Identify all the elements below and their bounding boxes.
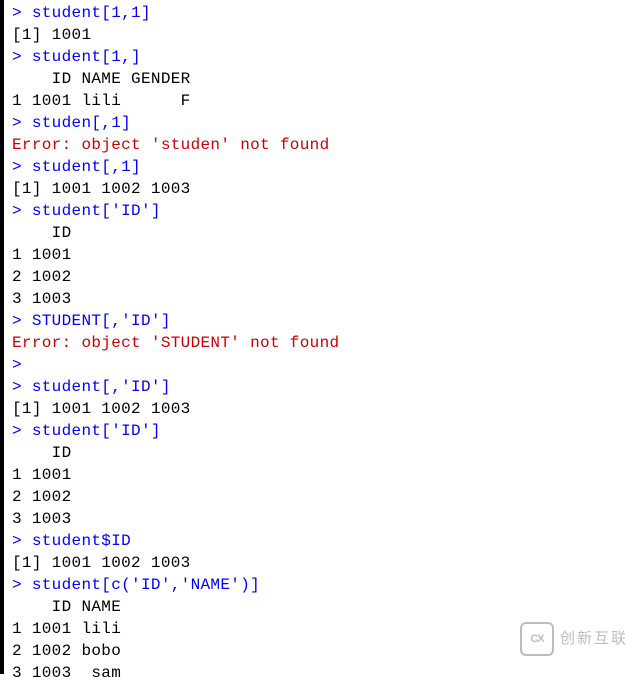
console-line: [1] 1001 1002 1003 bbox=[12, 178, 634, 200]
prompt-symbol: > bbox=[12, 202, 32, 220]
input-code: studen[,1] bbox=[32, 114, 131, 132]
input-code: STUDENT[,'ID'] bbox=[32, 312, 171, 330]
output-text: 2 1002 bbox=[12, 488, 72, 506]
watermark: CX 创新互联 bbox=[514, 618, 634, 660]
input-code: student[1,] bbox=[32, 48, 141, 66]
output-text: [1] 1001 1002 1003 bbox=[12, 180, 191, 198]
console-line: > student['ID'] bbox=[12, 200, 634, 222]
console-line: > bbox=[12, 354, 634, 376]
input-code: student['ID'] bbox=[32, 422, 161, 440]
output-text: 1 1001 lili bbox=[12, 620, 121, 638]
prompt-symbol: > bbox=[12, 114, 32, 132]
prompt-symbol: > bbox=[12, 422, 32, 440]
output-text: 1 1001 bbox=[12, 246, 72, 264]
output-text: 1 1001 lili F bbox=[12, 92, 191, 110]
prompt-symbol: > bbox=[12, 312, 32, 330]
console-line: ID NAME GENDER bbox=[12, 68, 634, 90]
prompt-symbol: > bbox=[12, 378, 32, 396]
console-line: > student[,'ID'] bbox=[12, 376, 634, 398]
console-line: 3 1003 bbox=[12, 508, 634, 530]
watermark-label: 创新互联 bbox=[560, 628, 628, 650]
output-text: ID NAME GENDER bbox=[12, 70, 191, 88]
output-text: 3 1003 bbox=[12, 510, 72, 528]
error-text: Error: object 'studen' not found bbox=[12, 136, 330, 154]
console-line: > student[1,1] bbox=[12, 2, 634, 24]
output-text: ID bbox=[12, 444, 72, 462]
console-line: 3 1003 bbox=[12, 288, 634, 310]
prompt-symbol: > bbox=[12, 356, 32, 374]
output-text: 2 1002 bbox=[12, 268, 72, 286]
output-text: [1] 1001 1002 1003 bbox=[12, 400, 191, 418]
console-line: 2 1002 bbox=[12, 486, 634, 508]
error-text: Error: object 'STUDENT' not found bbox=[12, 334, 339, 352]
output-text: ID bbox=[12, 224, 72, 242]
output-text: 1 1001 bbox=[12, 466, 72, 484]
prompt-symbol: > bbox=[12, 158, 32, 176]
console-line: 2 1002 bbox=[12, 266, 634, 288]
output-text: 3 1003 sam bbox=[12, 664, 121, 682]
console-line: > student$ID bbox=[12, 530, 634, 552]
console-line: > student[,1] bbox=[12, 156, 634, 178]
console-line: [1] 1001 bbox=[12, 24, 634, 46]
prompt-symbol: > bbox=[12, 576, 32, 594]
prompt-symbol: > bbox=[12, 4, 32, 22]
output-text: [1] 1001 bbox=[12, 26, 91, 44]
console-line: > student[c('ID','NAME')] bbox=[12, 574, 634, 596]
console-line: Error: object 'STUDENT' not found bbox=[12, 332, 634, 354]
input-code: student$ID bbox=[32, 532, 131, 550]
input-code: student[c('ID','NAME')] bbox=[32, 576, 260, 594]
console-line: > STUDENT[,'ID'] bbox=[12, 310, 634, 332]
output-text: [1] 1001 1002 1003 bbox=[12, 554, 191, 572]
console-line: 3 1003 sam bbox=[12, 662, 634, 684]
watermark-logo: CX bbox=[520, 622, 554, 656]
output-text: ID NAME bbox=[12, 598, 121, 616]
input-code: student['ID'] bbox=[32, 202, 161, 220]
console-line: Error: object 'studen' not found bbox=[12, 134, 634, 156]
input-code: student[,1] bbox=[32, 158, 141, 176]
input-code: student[,'ID'] bbox=[32, 378, 171, 396]
console-line: > student['ID'] bbox=[12, 420, 634, 442]
input-code: student[1,1] bbox=[32, 4, 151, 22]
console-line: 1 1001 lili F bbox=[12, 90, 634, 112]
output-text: 3 1003 bbox=[12, 290, 72, 308]
console-line: > student[1,] bbox=[12, 46, 634, 68]
output-text: 2 1002 bobo bbox=[12, 642, 121, 660]
console-line: [1] 1001 1002 1003 bbox=[12, 398, 634, 420]
console-line: > studen[,1] bbox=[12, 112, 634, 134]
prompt-symbol: > bbox=[12, 48, 32, 66]
prompt-symbol: > bbox=[12, 532, 32, 550]
console-line: 1 1001 bbox=[12, 244, 634, 266]
r-console-output: > student[1,1] [1] 1001 > student[1,] ID N… bbox=[12, 2, 634, 684]
console-line: ID bbox=[12, 222, 634, 244]
watermark-logo-text: CX bbox=[530, 628, 543, 650]
console-line: ID NAME bbox=[12, 596, 634, 618]
console-line: [1] 1001 1002 1003 bbox=[12, 552, 634, 574]
console-line: 1 1001 bbox=[12, 464, 634, 486]
console-line: ID bbox=[12, 442, 634, 464]
